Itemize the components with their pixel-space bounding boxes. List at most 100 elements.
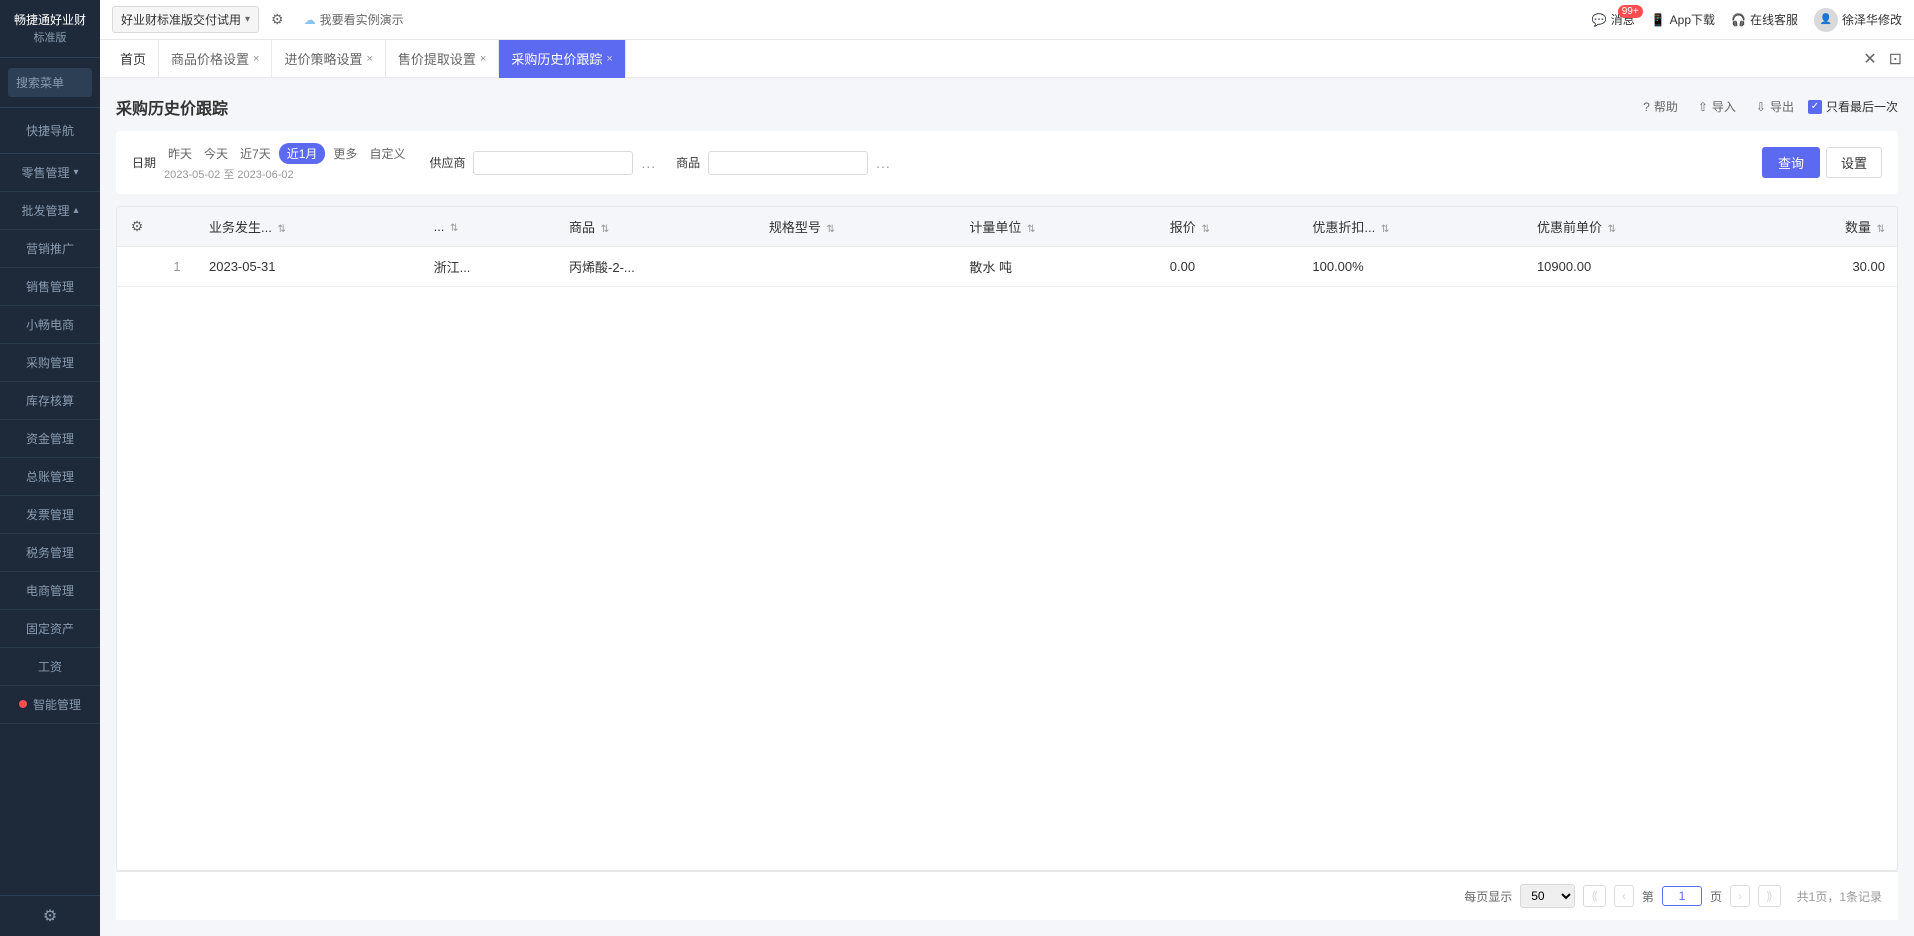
content-area: 采购历史价跟踪 ? 帮助 ⇧ 导入 ⇩ 导出 只看最后一次 xyxy=(100,78,1914,936)
search-menu-button[interactable]: 搜索菜单 xyxy=(8,68,92,97)
sidebar-item-tax[interactable]: 税务管理 xyxy=(0,534,100,572)
first-page-button[interactable]: ⟪ xyxy=(1583,885,1606,907)
date-yesterday[interactable]: 昨天 xyxy=(164,143,196,164)
app-download-button[interactable]: 📱 App下载 xyxy=(1651,11,1715,28)
close-icon[interactable]: × xyxy=(253,53,259,65)
supplier-dots[interactable]: ... xyxy=(641,155,656,171)
col-price-label: 报价 xyxy=(1170,220,1196,235)
chevron-down-icon: ▾ xyxy=(245,14,250,25)
col-extra-label: ... xyxy=(434,219,445,234)
tab-purchase-history-label: 采购历史价跟踪 xyxy=(511,49,602,68)
close-icon[interactable]: × xyxy=(606,53,612,65)
main-area: 好业财标准版交付试用 ▾ ⚙ ☁ 我要看实例演示 💬 消息 99+ 📱 App下… xyxy=(100,0,1914,936)
sidebar-item-fixed-assets[interactable]: 固定资产 xyxy=(0,610,100,648)
sidebar-item-label: 总账管理 xyxy=(26,468,74,485)
tab-purchase-history[interactable]: 采购历史价跟踪 × xyxy=(499,40,625,78)
tab-home-label: 首页 xyxy=(120,49,146,68)
tab-expand-button[interactable]: ⊡ xyxy=(1885,45,1906,73)
col-header-extra[interactable]: ... ⇅ xyxy=(422,207,557,247)
topbar-settings-button[interactable]: ⚙ xyxy=(267,7,288,32)
online-service-button[interactable]: 🎧 在线客服 xyxy=(1731,11,1798,28)
export-button[interactable]: ⇩ 导出 xyxy=(1750,94,1800,119)
sidebar-item-wholesale[interactable]: 批发管理 ▴ xyxy=(0,192,100,230)
edition-selector[interactable]: 好业财标准版交付试用 ▾ xyxy=(112,6,259,33)
close-icon[interactable]: × xyxy=(480,53,486,65)
col-spec-label: 规格型号 xyxy=(769,220,821,235)
sidebar-item-marketing[interactable]: 营销推广 xyxy=(0,230,100,268)
page-number-input[interactable] xyxy=(1662,886,1702,906)
supplier-input[interactable] xyxy=(473,151,633,175)
phone-icon: 📱 xyxy=(1651,13,1666,27)
tab-close-button[interactable]: ✕ xyxy=(1859,45,1880,73)
sidebar-item-salary[interactable]: 工资 xyxy=(0,648,100,686)
settings-icon-button[interactable]: ⚙ xyxy=(43,906,57,926)
export-icon: ⇩ xyxy=(1756,100,1766,114)
col-header-unit[interactable]: 计量单位 ⇅ xyxy=(957,207,1157,247)
demo-link[interactable]: ☁ 我要看实例演示 xyxy=(304,11,404,28)
per-page-select[interactable]: 50 20 100 200 xyxy=(1520,884,1575,908)
col-header-price[interactable]: 报价 ⇅ xyxy=(1158,207,1301,247)
quick-nav-button[interactable]: 快捷导航 xyxy=(8,114,92,147)
sidebar-item-invoice[interactable]: 发票管理 xyxy=(0,496,100,534)
next-page-button[interactable]: › xyxy=(1730,885,1750,907)
prev-page-button[interactable]: ‹ xyxy=(1614,885,1634,907)
row-price-cell: 0.00 xyxy=(1158,247,1301,287)
col-header-product[interactable]: 商品 ⇅ xyxy=(557,207,757,247)
sidebar-bottom: ⚙ xyxy=(0,895,100,936)
sidebar-item-inventory[interactable]: 库存核算 xyxy=(0,382,100,420)
sidebar-item-ecommerce[interactable]: 电商管理 xyxy=(0,572,100,610)
tab-purchase-strategy[interactable]: 进价策略设置 × xyxy=(272,40,385,78)
sidebar-item-ecommerce-small[interactable]: 小畅电商 xyxy=(0,306,100,344)
col-header-quantity[interactable]: 数量 ⇅ xyxy=(1754,207,1897,247)
tab-home[interactable]: 首页 xyxy=(108,40,159,78)
sidebar-item-retail[interactable]: 零售管理 ▾ xyxy=(0,154,100,192)
only-last-checkbox[interactable]: 只看最后一次 xyxy=(1808,98,1898,115)
date-last7[interactable]: 近7天 xyxy=(236,143,275,164)
date-filter-group: 日期 昨天 今天 近7天 近1月 更多 自定义 2023-05-02 至 202… xyxy=(132,143,409,182)
date-custom[interactable]: 自定义 xyxy=(365,143,409,164)
supplier-filter-group: 供应商 ... xyxy=(429,151,656,175)
import-button[interactable]: ⇧ 导入 xyxy=(1692,94,1742,119)
last-page-button[interactable]: ⟫ xyxy=(1758,885,1781,907)
sidebar-logo: 畅捷通好业财 标准版 xyxy=(0,0,100,58)
tab-sale-price[interactable]: 售价提取设置 × xyxy=(386,40,499,78)
question-icon: ? xyxy=(1643,100,1650,114)
sidebar-item-label: 小畅电商 xyxy=(26,316,74,333)
col-header-discount[interactable]: 优惠折扣... ⇅ xyxy=(1300,207,1525,247)
row-unit-cell: 散水 吨 xyxy=(957,247,1157,287)
row-settings-cell xyxy=(117,247,157,287)
row-spec-cell xyxy=(757,247,957,287)
table-settings-button[interactable]: ⚙ xyxy=(131,218,144,235)
sort-icon: ⇅ xyxy=(601,224,609,235)
user-menu-button[interactable]: 👤 徐泽华修改 xyxy=(1814,8,1902,32)
sidebar-item-purchase[interactable]: 采购管理 xyxy=(0,344,100,382)
col-quantity-label: 数量 xyxy=(1845,220,1871,235)
col-header-spec[interactable]: 规格型号 ⇅ xyxy=(757,207,957,247)
tab-price-settings[interactable]: 商品价格设置 × xyxy=(159,40,272,78)
filter-settings-button[interactable]: 设置 xyxy=(1826,147,1882,178)
col-header-num xyxy=(157,207,197,247)
online-service-label: 在线客服 xyxy=(1750,11,1798,28)
data-table: ⚙ 业务发生... ⇅ ... ⇅ 商品 ⇅ xyxy=(117,207,1897,287)
product-dots[interactable]: ... xyxy=(876,155,891,171)
query-button[interactable]: 查询 xyxy=(1762,147,1820,178)
sidebar-item-smart[interactable]: 智能管理 xyxy=(0,686,100,724)
chevron-down-icon: ▾ xyxy=(73,167,78,178)
sidebar-item-general-ledger[interactable]: 总账管理 xyxy=(0,458,100,496)
user-label: 徐泽华修改 xyxy=(1842,11,1902,28)
unit-value: 散水 xyxy=(969,260,995,275)
sidebar-item-finance[interactable]: 资金管理 xyxy=(0,420,100,458)
product-input[interactable] xyxy=(708,151,868,175)
help-button[interactable]: ? 帮助 xyxy=(1637,94,1684,119)
tab-sale-price-label: 售价提取设置 xyxy=(398,49,476,68)
sidebar-item-sales[interactable]: 销售管理 xyxy=(0,268,100,306)
close-icon[interactable]: × xyxy=(366,53,372,65)
date-today[interactable]: 今天 xyxy=(200,143,232,164)
row-date-cell: 2023-05-31 xyxy=(197,247,422,287)
col-header-before-discount[interactable]: 优惠前单价 ⇅ xyxy=(1525,207,1754,247)
date-last1month[interactable]: 近1月 xyxy=(279,143,326,164)
messages-button[interactable]: 💬 消息 99+ xyxy=(1592,11,1635,28)
date-more[interactable]: 更多 xyxy=(329,143,361,164)
col-header-date[interactable]: 业务发生... ⇅ xyxy=(197,207,422,247)
sort-icon: ⇅ xyxy=(1381,224,1389,235)
